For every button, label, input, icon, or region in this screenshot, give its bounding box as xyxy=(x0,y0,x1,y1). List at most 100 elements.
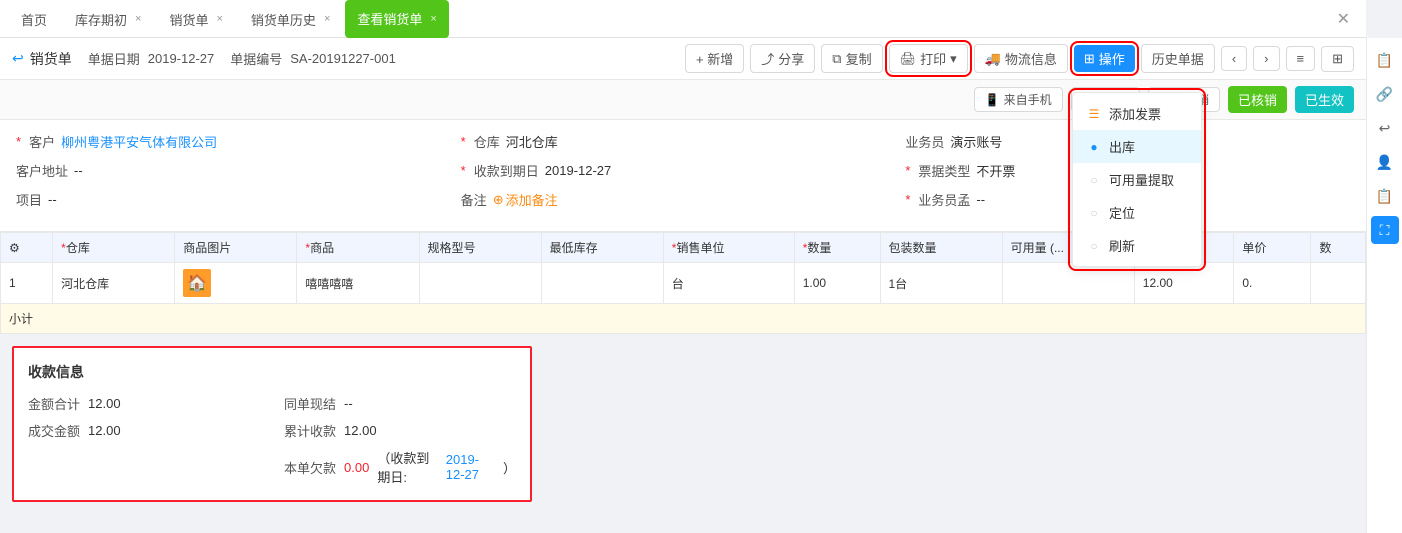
doc-type-label: 销货单 xyxy=(30,49,72,69)
plus-icon: ⊕ xyxy=(493,192,504,208)
refresh-radio-icon: ○ xyxy=(1087,239,1101,253)
col-quantity: *数量 xyxy=(794,233,880,263)
salesperson-value: -- xyxy=(976,192,985,207)
subtotal-row: 小计 xyxy=(1,304,1366,334)
refresh-item[interactable]: ○ 刷新 xyxy=(1073,229,1201,262)
cell-pack-qty: 1台 xyxy=(880,263,1002,304)
share-button[interactable]: ⤴ 分享 xyxy=(750,44,815,73)
phone-icon: 📱 xyxy=(985,93,1000,107)
col-unit-price: 单价 xyxy=(1234,233,1311,263)
address-field: 客户地址 -- xyxy=(16,161,461,180)
history-button[interactable]: 历史单据 xyxy=(1141,44,1215,73)
cell-available xyxy=(1002,263,1134,304)
add-invoice-icon: ☰ xyxy=(1087,107,1101,121)
arrears-date: 2019-12-27 xyxy=(446,452,495,482)
nav-prev[interactable]: ‹ xyxy=(1221,46,1247,71)
total-row: 金额合计 12.00 xyxy=(28,394,260,413)
sidebar-icon-3[interactable]: ↩ xyxy=(1371,114,1399,142)
sidebar-icon-5[interactable]: 📋 xyxy=(1371,182,1399,210)
right-sidebar: 📋 🔗 ↩ 👤 📋 ⛶ xyxy=(1366,38,1402,533)
payment-right: 同单现结 -- 累计收款 12.00 本单欠款 0.00 （收款到期日: 201… xyxy=(284,394,516,486)
payment-title: 收款信息 xyxy=(28,362,516,382)
locate-item[interactable]: ○ 定位 xyxy=(1073,196,1201,229)
cell-seq: 1 xyxy=(1,263,53,304)
warehouse-value: 河北仓库 xyxy=(506,132,558,151)
cancel-button[interactable]: 已核销 xyxy=(1228,86,1287,113)
project-value: -- xyxy=(48,192,57,207)
available-qty-item[interactable]: ○ 可用量提取 xyxy=(1073,163,1201,196)
add-note-button[interactable]: ⊕ 添加备注 xyxy=(493,190,558,209)
add-invoice-item[interactable]: ☰ 添加发票 xyxy=(1073,97,1201,130)
locate-radio-icon: ○ xyxy=(1087,206,1101,220)
arrears-row: 本单欠款 0.00 （收款到期日: 2019-12-27 ） xyxy=(284,448,516,486)
col-image: 商品图片 xyxy=(175,233,297,263)
customer-field: * 客户 柳州粤港平安气体有限公司 xyxy=(16,132,461,151)
cell-amount xyxy=(1311,263,1366,304)
view-list[interactable]: ≡ xyxy=(1286,46,1316,71)
cell-warehouse: 河北仓库 xyxy=(53,263,175,304)
table-row: 1 河北仓库 🏠 嘻嘻嘻嘻 台 1.00 1台 12.00 0. xyxy=(1,263,1366,304)
view-grid[interactable]: ⊞ xyxy=(1321,46,1354,72)
window-close-button[interactable]: ✕ xyxy=(1329,9,1358,29)
note-field: 备注 ⊕ 添加备注 xyxy=(461,190,906,209)
copy-button[interactable]: ⧉ 复制 xyxy=(821,44,882,73)
col-pack-qty: 包装数量 xyxy=(880,233,1002,263)
outbound-item[interactable]: ● 出库 xyxy=(1073,130,1201,163)
close-tab-sales-history[interactable]: × xyxy=(324,13,330,25)
same-order-row: 同单现结 -- xyxy=(284,394,516,413)
total-value: 12.00 xyxy=(88,396,121,411)
doc-date-label: 单据日期 2019-12-27 xyxy=(88,49,215,68)
required-indicator: * xyxy=(461,134,466,149)
cell-sales-unit: 台 xyxy=(663,263,794,304)
col-settings[interactable]: ⚙ xyxy=(1,233,53,263)
logistics-button[interactable]: 🚚 物流信息 xyxy=(974,44,1068,73)
tab-home[interactable]: 首页 xyxy=(8,0,60,38)
doc-info: 单据日期 2019-12-27 单据编号 SA-20191227-001 xyxy=(88,49,396,68)
close-tab-inventory[interactable]: × xyxy=(135,13,141,25)
cell-image: 🏠 xyxy=(175,263,297,304)
nav-next[interactable]: › xyxy=(1253,46,1279,71)
due-date-field: * 收款到期日 2019-12-27 xyxy=(461,161,906,180)
cell-unit-price: 0. xyxy=(1234,263,1311,304)
doc-date-value: 2019-12-27 xyxy=(148,51,215,66)
close-tab-check-sales[interactable]: × xyxy=(430,13,436,25)
cell-quantity: 1.00 xyxy=(794,263,880,304)
cell-product: 嘻嘻嘻嘻 xyxy=(297,263,419,304)
new-button[interactable]: + 新增 xyxy=(685,44,744,73)
payment-left: 金额合计 12.00 成交金额 12.00 xyxy=(28,394,260,486)
sidebar-icon-2[interactable]: 🔗 xyxy=(1371,80,1399,108)
tab-inventory[interactable]: 库存期初 × xyxy=(62,0,154,38)
doc-type-icon: ↩ 销货单 xyxy=(12,49,72,69)
address-value: -- xyxy=(74,163,83,178)
required-indicator: * xyxy=(905,163,910,178)
print-button[interactable]: 🖨 打印 ▾ xyxy=(889,44,968,73)
sidebar-icon-1[interactable]: 📋 xyxy=(1371,46,1399,74)
warehouse-field: * 仓库 河北仓库 xyxy=(461,132,906,151)
transaction-row: 成交金额 12.00 xyxy=(28,421,260,440)
col-warehouse: *仓库 xyxy=(53,233,175,263)
cell-min-stock xyxy=(541,263,663,304)
arrears-value: 0.00 xyxy=(344,460,369,475)
outbound-radio-icon: ● xyxy=(1087,140,1101,154)
operations-button[interactable]: ⊞ 操作 xyxy=(1074,45,1135,72)
cumulative-row: 累计收款 12.00 xyxy=(284,421,516,440)
sidebar-icon-expand[interactable]: ⛶ xyxy=(1371,216,1399,244)
due-date-value: 2019-12-27 xyxy=(545,163,612,178)
effective-button[interactable]: 已生效 xyxy=(1295,86,1354,113)
sidebar-icon-4[interactable]: 👤 xyxy=(1371,148,1399,176)
copy-icon: ⧉ xyxy=(832,51,841,67)
transaction-value: 12.00 xyxy=(88,423,121,438)
required-indicator: * xyxy=(905,192,910,207)
ticket-type-value: 不开票 xyxy=(976,161,1015,180)
close-tab-sales[interactable]: × xyxy=(216,13,222,25)
print-dropdown-icon: ▾ xyxy=(950,51,957,67)
project-field: 项目 -- xyxy=(16,190,461,209)
customer-value[interactable]: 柳州粤港平安气体有限公司 xyxy=(61,132,217,151)
print-icon: 🖨 xyxy=(900,51,917,67)
tab-check-sales[interactable]: 查看销货单 × xyxy=(345,0,448,38)
from-phone-button[interactable]: 📱 来自手机 xyxy=(974,87,1063,112)
tab-sales[interactable]: 销货单 × xyxy=(156,0,235,38)
image-icon: 🏠 xyxy=(187,273,207,293)
cell-spec xyxy=(419,263,541,304)
tab-sales-history[interactable]: 销货单历史 × xyxy=(238,0,343,38)
